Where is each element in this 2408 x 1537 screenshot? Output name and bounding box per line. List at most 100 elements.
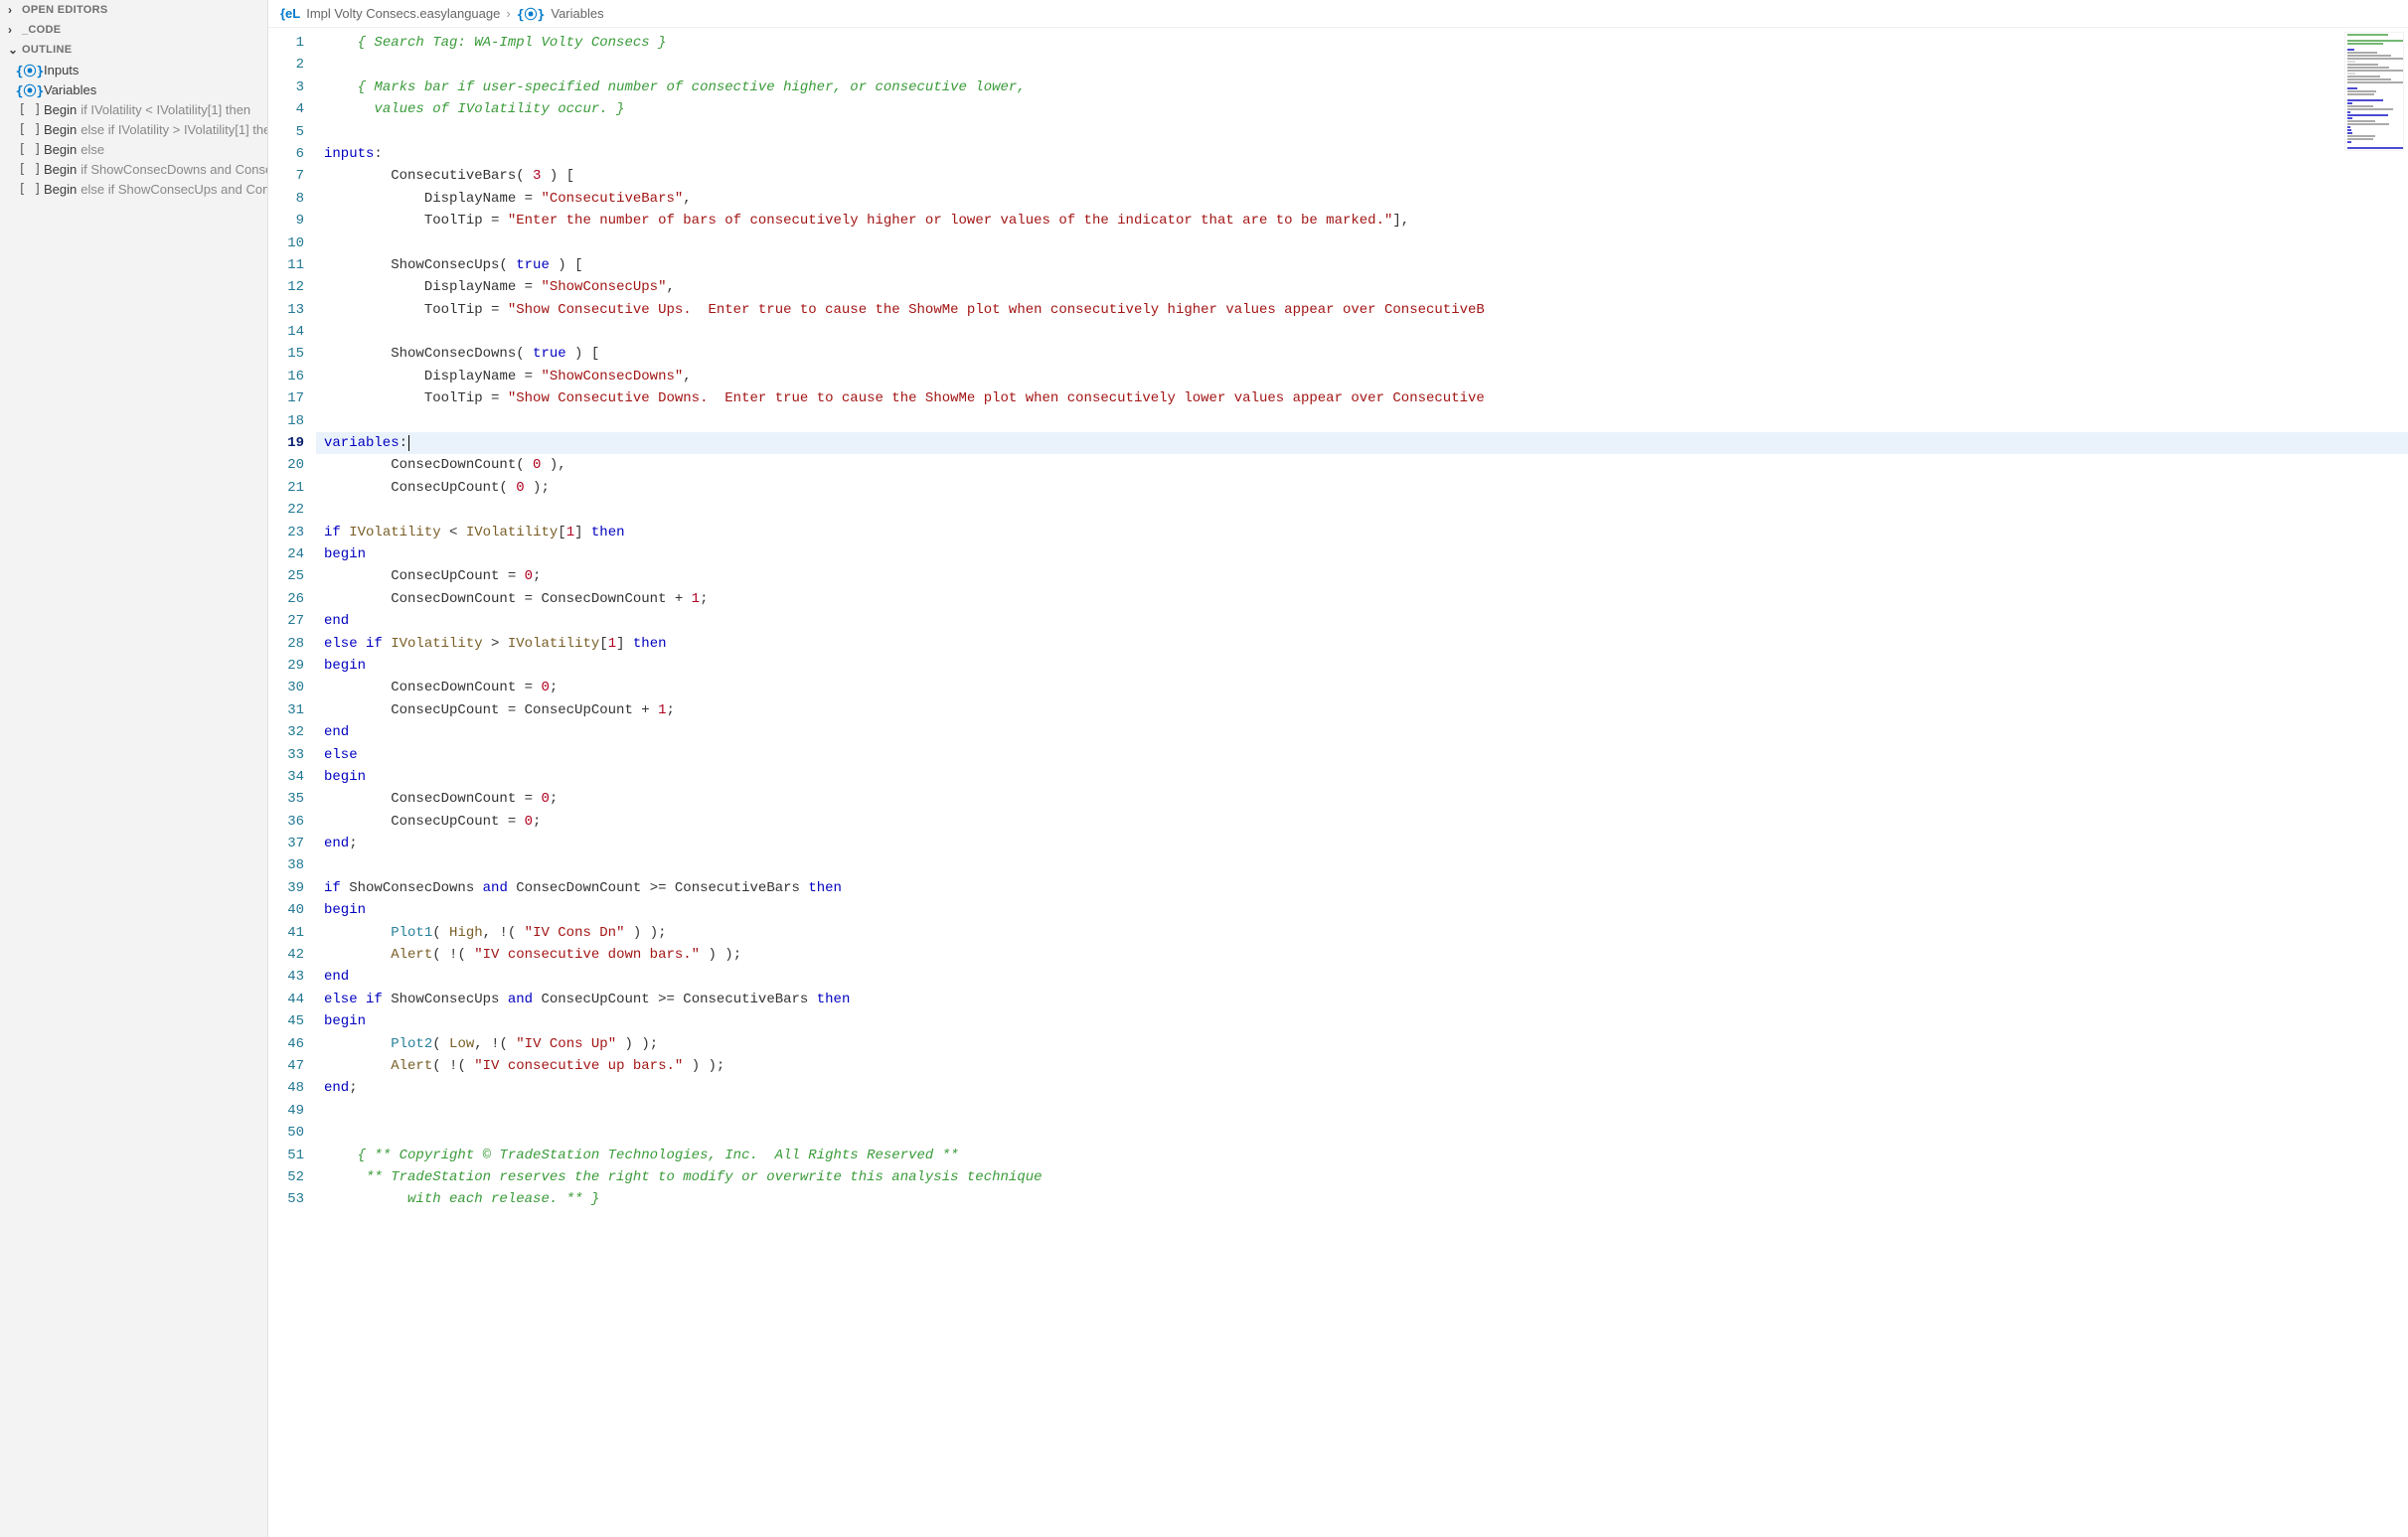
code-line[interactable]: begin [316, 655, 2408, 677]
line-number: 50 [276, 1122, 304, 1144]
code-line[interactable]: ConsecUpCount( 0 ); [316, 477, 2408, 499]
line-number: 46 [276, 1033, 304, 1055]
code-line[interactable]: values of IVolatility occur. } [316, 98, 2408, 120]
line-number: 10 [276, 232, 304, 254]
code-line[interactable]: ToolTip = "Enter the number of bars of c… [316, 210, 2408, 231]
code-line[interactable]: with each release. ** } [316, 1188, 2408, 1210]
code-editor[interactable]: 1234567891011121314151617181920212223242… [268, 28, 2408, 1537]
code-line[interactable]: variables: [316, 432, 2408, 454]
code-line[interactable]: begin [316, 766, 2408, 788]
code-line[interactable] [316, 232, 2408, 254]
breadcrumb-sep-icon: › [506, 6, 510, 21]
code-line[interactable] [316, 410, 2408, 432]
code-line[interactable]: else [316, 744, 2408, 766]
line-number: 24 [276, 543, 304, 565]
code-line[interactable]: DisplayName = "ConsecutiveBars", [316, 188, 2408, 210]
code-line[interactable]: if ShowConsecDowns and ConsecDownCount >… [316, 877, 2408, 899]
code-line[interactable] [316, 499, 2408, 521]
code-line[interactable]: Plot2( Low, !( "IV Cons Up" ) ); [316, 1033, 2408, 1055]
line-number: 12 [276, 276, 304, 298]
line-number: 21 [276, 477, 304, 499]
line-number: 33 [276, 744, 304, 766]
code-line[interactable]: ConsecDownCount = 0; [316, 788, 2408, 810]
line-number: 27 [276, 610, 304, 632]
code-line[interactable]: Alert( !( "IV consecutive down bars." ) … [316, 944, 2408, 966]
line-number: 36 [276, 811, 304, 833]
code-line[interactable]: else if ShowConsecUps and ConsecUpCount … [316, 989, 2408, 1010]
code-line[interactable]: { Marks bar if user-specified number of … [316, 77, 2408, 98]
code-line[interactable]: ConsecUpCount = 0; [316, 811, 2408, 833]
code-line[interactable] [316, 854, 2408, 876]
open-editors-label: OPEN EDITORS [22, 4, 108, 16]
code-line[interactable]: ConsecDownCount = ConsecDownCount + 1; [316, 588, 2408, 610]
code-line[interactable]: end [316, 966, 2408, 988]
line-number: 40 [276, 899, 304, 921]
code-line[interactable] [316, 121, 2408, 143]
line-number: 8 [276, 188, 304, 210]
outline-label: OUTLINE [22, 44, 72, 56]
breadcrumb-symbol[interactable]: Variables [551, 6, 603, 21]
bracket-icon: [ ] [22, 121, 38, 137]
line-number: 39 [276, 877, 304, 899]
line-number: 16 [276, 366, 304, 387]
code-section[interactable]: › _CODE [0, 20, 267, 40]
open-editors-section[interactable]: › OPEN EDITORS [0, 0, 267, 20]
line-number: 15 [276, 343, 304, 365]
outline-item[interactable]: {⦿}Inputs [0, 60, 267, 79]
line-number: 47 [276, 1055, 304, 1077]
code-line[interactable]: ConsecDownCount( 0 ), [316, 454, 2408, 476]
code-line[interactable]: Alert( !( "IV consecutive up bars." ) ); [316, 1055, 2408, 1077]
outline-item[interactable]: [ ]Begin else if ShowConsecUps and Cons.… [0, 179, 267, 199]
code-line[interactable] [316, 1122, 2408, 1144]
code-line[interactable]: ToolTip = "Show Consecutive Downs. Enter… [316, 387, 2408, 409]
line-number: 23 [276, 522, 304, 543]
code-line[interactable]: ConsecUpCount = 0; [316, 565, 2408, 587]
line-number: 34 [276, 766, 304, 788]
outline-item[interactable]: [ ]Begin else if IVolatility > IVolatili… [0, 119, 267, 139]
code-line[interactable]: ConsecDownCount = 0; [316, 677, 2408, 698]
code-line[interactable]: begin [316, 1010, 2408, 1032]
outline-item-label: Inputs [44, 63, 79, 77]
code-line[interactable]: begin [316, 899, 2408, 921]
code-line[interactable]: ** TradeStation reserves the right to mo… [316, 1166, 2408, 1188]
code-line[interactable]: end [316, 721, 2408, 743]
code-line[interactable]: ShowConsecUps( true ) [ [316, 254, 2408, 276]
code-line[interactable]: ToolTip = "Show Consecutive Ups. Enter t… [316, 299, 2408, 321]
code-content[interactable]: { Search Tag: WA-Impl Volty Consecs } { … [316, 28, 2408, 1537]
outline-item[interactable]: {⦿}Variables [0, 79, 267, 99]
outline-item[interactable]: [ ]Begin if ShowConsecDowns and Consec..… [0, 159, 267, 179]
breadcrumb-file[interactable]: Impl Volty Consecs.easylanguage [306, 6, 500, 21]
code-line[interactable]: else if IVolatility > IVolatility[1] the… [316, 633, 2408, 655]
code-line[interactable] [316, 1100, 2408, 1122]
outline-item-sublabel: else if IVolatility > IVolatility[1] the… [80, 122, 267, 137]
bracket-icon: [ ] [22, 161, 38, 177]
code-line[interactable]: { ** Copyright © TradeStation Technologi… [316, 1145, 2408, 1166]
code-line[interactable]: if IVolatility < IVolatility[1] then [316, 522, 2408, 543]
symbol-braces-icon: {⦿} [517, 4, 546, 23]
code-line[interactable]: ShowConsecDowns( true ) [ [316, 343, 2408, 365]
code-line[interactable] [316, 321, 2408, 343]
code-line[interactable] [316, 54, 2408, 76]
outline-item[interactable]: [ ]Begin if IVolatility < IVolatility[1]… [0, 99, 267, 119]
code-line[interactable]: Plot1( High, !( "IV Cons Dn" ) ); [316, 922, 2408, 944]
code-line[interactable]: ConsecutiveBars( 3 ) [ [316, 165, 2408, 187]
code-line[interactable]: ConsecUpCount = ConsecUpCount + 1; [316, 699, 2408, 721]
code-line[interactable]: begin [316, 543, 2408, 565]
line-number: 1 [276, 32, 304, 54]
outline-item-sublabel: if ShowConsecDowns and Consec... [80, 162, 267, 177]
outline-section[interactable]: ⌄ OUTLINE [0, 40, 267, 60]
line-number: 53 [276, 1188, 304, 1210]
code-line[interactable]: DisplayName = "ShowConsecDowns", [316, 366, 2408, 387]
code-line[interactable]: end; [316, 833, 2408, 854]
code-line[interactable]: DisplayName = "ShowConsecUps", [316, 276, 2408, 298]
line-number: 25 [276, 565, 304, 587]
bracket-icon: [ ] [22, 181, 38, 197]
line-number: 28 [276, 633, 304, 655]
code-line[interactable]: end [316, 610, 2408, 632]
breadcrumb[interactable]: {eL Impl Volty Consecs.easylanguage › {⦿… [268, 0, 2408, 28]
outline-item[interactable]: [ ]Begin else [0, 139, 267, 159]
code-line[interactable]: end; [316, 1077, 2408, 1099]
code-line[interactable]: { Search Tag: WA-Impl Volty Consecs } [316, 32, 2408, 54]
line-number: 13 [276, 299, 304, 321]
code-line[interactable]: inputs: [316, 143, 2408, 165]
